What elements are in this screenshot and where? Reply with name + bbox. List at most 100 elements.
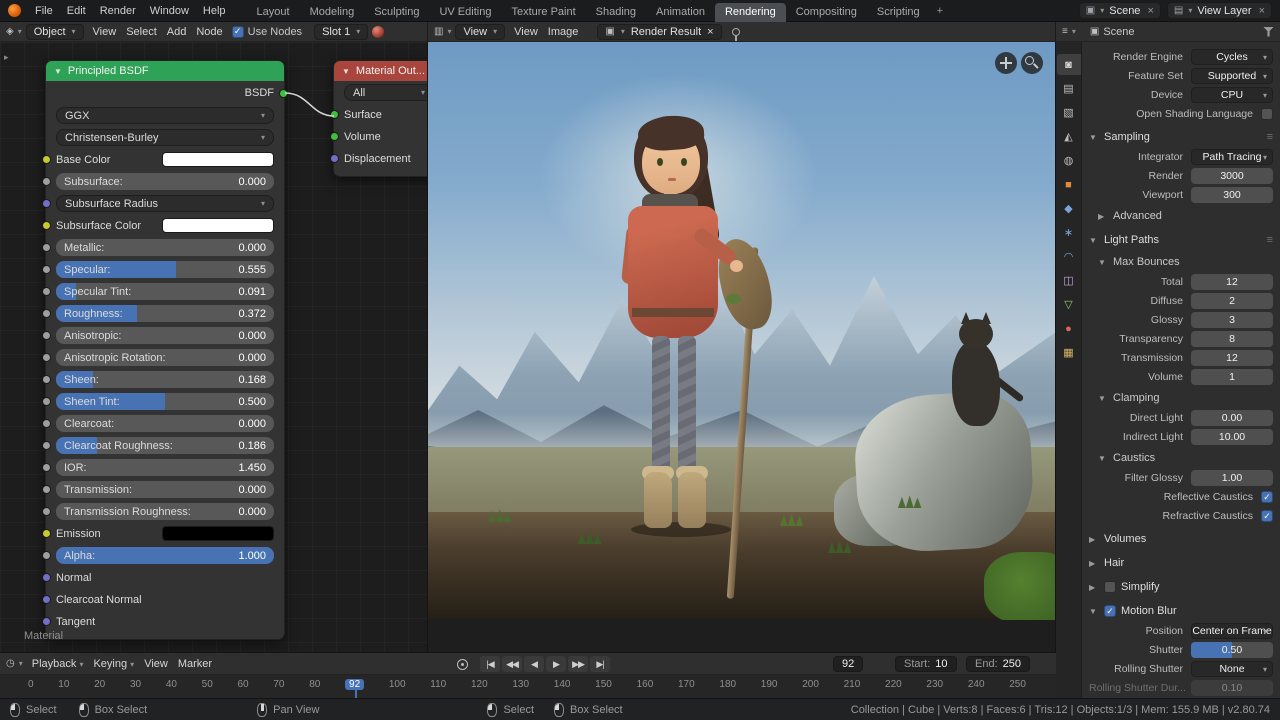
shader-socket[interactable]	[330, 132, 339, 141]
chevron-right-icon[interactable]: ▶	[1098, 212, 1108, 221]
material-preview-icon[interactable]	[372, 26, 384, 38]
property-widget[interactable]: 2	[1191, 293, 1273, 309]
checkbox[interactable]	[1261, 108, 1273, 120]
timeline-editor-icon[interactable]: ◷	[6, 658, 15, 669]
bsdf-row-emission[interactable]: Emission	[56, 523, 274, 544]
workspace-tab[interactable]: Modeling	[300, 3, 365, 22]
float-socket[interactable]	[42, 177, 51, 186]
dropdown[interactable]: Christensen-Burley▾	[56, 129, 274, 146]
panel-light-paths[interactable]: ▼Light Paths≡	[1089, 230, 1273, 250]
float-socket[interactable]	[42, 419, 51, 428]
jump-to-end-button[interactable]: ▶|	[590, 656, 610, 672]
region-toggle-icon[interactable]: ▸	[4, 52, 9, 63]
color-socket[interactable]	[42, 529, 51, 538]
output-input-volume[interactable]: Volume	[344, 126, 428, 147]
image-editor[interactable]	[428, 42, 1056, 652]
vector-socket[interactable]	[42, 595, 51, 604]
zoom-button[interactable]	[1021, 52, 1043, 74]
auto-keying-button[interactable]	[452, 656, 472, 672]
previous-keyframe-button[interactable]: ◀◀	[502, 656, 522, 672]
vector-socket[interactable]	[330, 154, 339, 163]
menu-item[interactable]: View	[88, 26, 122, 38]
material-output-node[interactable]: ▼ Material Out... All ▾ SurfaceVolumeDis…	[333, 60, 428, 177]
slider[interactable]: Metallic:0.000	[56, 239, 274, 256]
color-socket[interactable]	[42, 221, 51, 230]
collapse-icon[interactable]: ▼	[342, 67, 350, 76]
blender-logo-icon[interactable]	[8, 4, 21, 17]
prop-position[interactable]: PositionCenter on Frame▾	[1089, 622, 1273, 640]
panel-caustics[interactable]: ▼Caustics	[1089, 448, 1273, 468]
grip-icon[interactable]: ≡	[1267, 131, 1273, 143]
play-button[interactable]: ▶	[546, 656, 566, 672]
close-icon[interactable]: ×	[1145, 5, 1153, 17]
pin-icon[interactable]	[732, 28, 740, 36]
property-widget[interactable]: 0.50	[1191, 642, 1273, 658]
color-swatch[interactable]	[162, 526, 274, 541]
bsdf-row-sheen-tint[interactable]: Sheen Tint:0.500	[56, 391, 274, 412]
slider[interactable]: Transmission Roughness:0.000	[56, 503, 274, 520]
slider[interactable]: Transmission:0.000	[56, 481, 274, 498]
constraints-properties-tab-icon[interactable]: ◫	[1057, 270, 1081, 291]
menu-item[interactable]: Edit	[60, 5, 93, 17]
prop-open-shading-language[interactable]: Open Shading Language	[1089, 105, 1273, 123]
prop-diffuse[interactable]: Diffuse2	[1089, 292, 1273, 310]
menu-item[interactable]: View	[509, 26, 543, 38]
prop-viewport[interactable]: Viewport300	[1089, 186, 1273, 204]
bsdf-row-ior[interactable]: IOR:1.450	[56, 457, 274, 478]
bsdf-row-metallic[interactable]: Metallic:0.000	[56, 237, 274, 258]
bsdf-row-tangent[interactable]: Tangent	[56, 611, 274, 632]
node-header[interactable]: ▼ Material Out...	[334, 61, 428, 81]
node-header[interactable]: ▼ Principled BSDF	[46, 61, 284, 81]
bsdf-output-socket[interactable]	[279, 89, 288, 98]
panel-clamping[interactable]: ▼Clamping	[1089, 388, 1273, 408]
property-widget[interactable]: Cycles▾	[1191, 49, 1273, 65]
property-widget[interactable]: 3000	[1191, 168, 1273, 184]
texture-properties-tab-icon[interactable]: ▦	[1057, 342, 1081, 363]
property-widget[interactable]: ✓	[1261, 489, 1273, 505]
slider[interactable]: Anisotropic:0.000	[56, 327, 274, 344]
bsdf-row-sheen[interactable]: Sheen:0.168	[56, 369, 274, 390]
workspace-tab[interactable]: Compositing	[786, 3, 867, 22]
menu-item[interactable]: View ▾	[139, 658, 173, 670]
bsdf-output-row[interactable]: BSDF	[56, 82, 274, 104]
vector-socket[interactable]	[42, 199, 51, 208]
prop-transmission[interactable]: Transmission12	[1089, 349, 1273, 367]
float-socket[interactable]	[42, 397, 51, 406]
bsdf-row-clearcoat[interactable]: Clearcoat:0.000	[56, 413, 274, 434]
float-socket[interactable]	[42, 375, 51, 384]
property-widget[interactable]: 3	[1191, 312, 1273, 328]
prop-rolling-shutter-dur[interactable]: Rolling Shutter Dur...0.10	[1089, 679, 1273, 697]
float-socket[interactable]	[42, 265, 51, 274]
color-socket[interactable]	[42, 155, 51, 164]
prop-feature-set[interactable]: Feature SetSupported▾	[1089, 67, 1273, 85]
panel-max-bounces[interactable]: ▼Max Bounces	[1089, 252, 1273, 272]
vector-socket[interactable]	[42, 617, 51, 626]
slider[interactable]: Specular:0.555	[56, 261, 274, 278]
workspace-tab[interactable]: Shading	[586, 3, 646, 22]
chevron-down-icon[interactable]: ▼	[1089, 607, 1099, 616]
property-widget[interactable]: 0.00	[1191, 410, 1273, 426]
bsdf-row-ggx[interactable]: GGX▾	[56, 105, 274, 126]
float-socket[interactable]	[42, 309, 51, 318]
filter-icon[interactable]	[1263, 27, 1274, 37]
prop-transparency[interactable]: Transparency8	[1089, 330, 1273, 348]
world-properties-tab-icon[interactable]: ◍	[1057, 150, 1081, 171]
bsdf-row-subsurface[interactable]: Subsurface:0.000	[56, 171, 274, 192]
prop-integrator[interactable]: IntegratorPath Tracing▾	[1089, 148, 1273, 166]
panel-hair[interactable]: ▶Hair	[1089, 553, 1273, 573]
menu-item[interactable]: File	[28, 5, 60, 17]
float-socket[interactable]	[42, 551, 51, 560]
menu-item[interactable]: Render	[93, 5, 143, 17]
modifiers-properties-tab-icon[interactable]: ◆	[1057, 198, 1081, 219]
shader-editor[interactable]: ▸ ▼ Principled BSDF BSDF GGX▾ Christensen…	[0, 42, 428, 652]
checkbox[interactable]: ✓	[1261, 491, 1273, 503]
bsdf-row-subsurface-color[interactable]: Subsurface Color	[56, 215, 274, 236]
jump-to-start-button[interactable]: |◀	[480, 656, 500, 672]
workspace-tab[interactable]: Layout	[247, 3, 300, 22]
panel-advanced[interactable]: ▶Advanced	[1089, 206, 1273, 226]
chevron-down-icon[interactable]: ▼	[1089, 133, 1099, 142]
panel-simplify[interactable]: ▶Simplify	[1089, 577, 1273, 597]
use-nodes-checkbox[interactable]: ✓	[232, 26, 244, 38]
checkbox[interactable]: ✓	[1104, 605, 1116, 617]
output-input-surface[interactable]: Surface	[344, 104, 428, 125]
